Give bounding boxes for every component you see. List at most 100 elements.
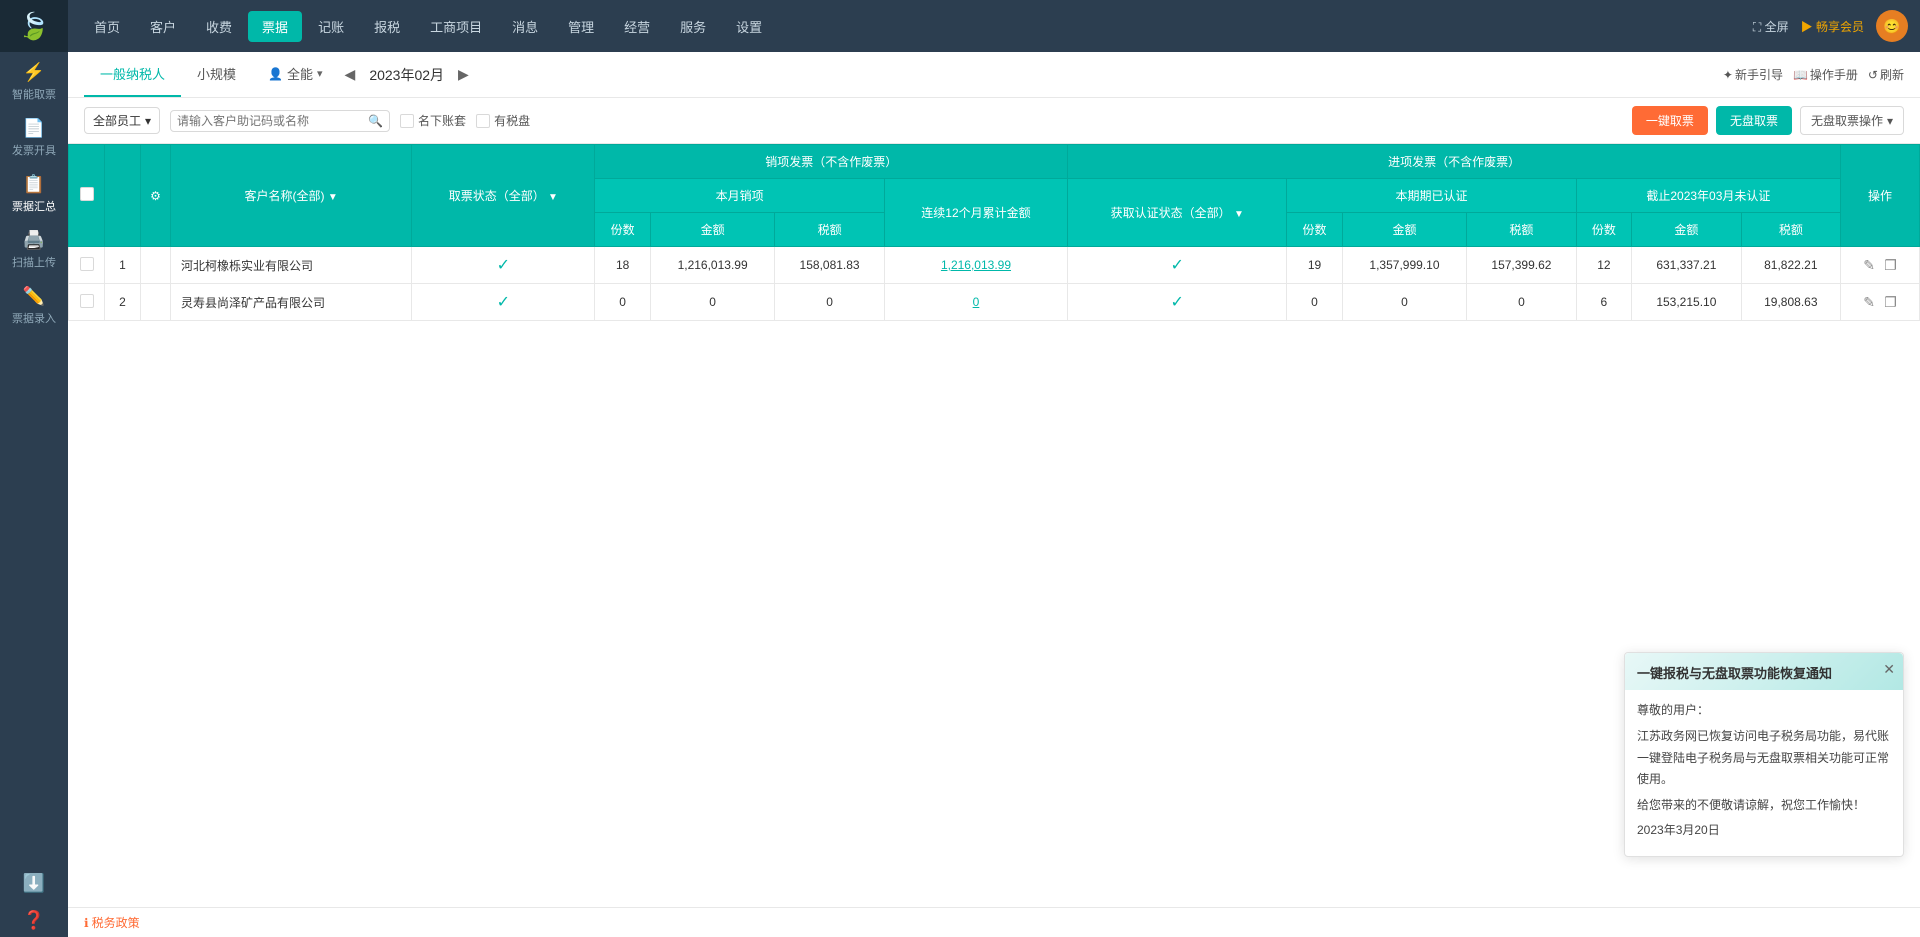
notice-line: 江苏政务网已恢复访问电子税务局功能，易代账一键登陆电子税务局与无盘取票相关功能可… — [1637, 726, 1891, 791]
col-not-certified-group: 截止2023年03月未认证 — [1576, 179, 1840, 213]
notice-title: 一键报税与无盘取票功能恢复通知 — [1637, 663, 1891, 682]
member-btn[interactable]: ▶ 畅享会员 — [1801, 18, 1864, 35]
sidebar-item-help[interactable]: ❓ — [0, 900, 68, 937]
nav-account[interactable]: 记账 — [304, 11, 358, 42]
col-sales-amount: 金额 — [650, 213, 774, 247]
edit-icon[interactable]: ✎ — [1863, 294, 1875, 310]
copy-icon[interactable]: ❐ — [1884, 294, 1897, 310]
row-settings — [141, 284, 171, 321]
sidebar-item-download[interactable]: ⬇️ — [0, 863, 68, 900]
current-date: 2023年02月 — [369, 65, 444, 85]
user-avatar[interactable]: 😊 — [1876, 10, 1908, 42]
row-cert-status: ✓ — [1068, 247, 1287, 284]
row-action: ✎ ❐ — [1841, 247, 1920, 284]
checkbox-taxdisk[interactable]: 有税盘 — [476, 112, 530, 129]
prev-month-btn[interactable]: ◀ — [339, 66, 362, 83]
row-uncert-count: 6 — [1576, 284, 1631, 321]
sidebar-item-summary[interactable]: 📋 票据汇总 — [0, 164, 68, 220]
tax-policy-link[interactable]: ℹ 税务政策 — [84, 914, 140, 931]
col-customer-name: 客户名称(全部) ▼ — [171, 145, 412, 247]
row-cert-status: ✓ — [1068, 284, 1287, 321]
smart-fetch-icon: ⚡ — [23, 62, 45, 83]
nav-ticket[interactable]: 票据 — [248, 11, 302, 42]
help-icon: ❓ — [23, 910, 45, 931]
sidebar-item-smart-fetch[interactable]: ⚡ 智能取票 — [0, 52, 68, 108]
input-icon: ✏️ — [23, 286, 45, 307]
col-monthly-group: 本月销项 — [595, 179, 884, 213]
sidebar-item-label: 票据汇总 — [12, 198, 56, 214]
tab-actions: ✦ 新手引导 📖 操作手册 ↺ 刷新 — [1723, 66, 1904, 83]
nav-customer[interactable]: 客户 — [136, 11, 190, 42]
header-checkbox[interactable] — [80, 187, 94, 201]
notice-line: 2023年3月20日 — [1637, 820, 1891, 842]
nav-setting[interactable]: 设置 — [722, 11, 776, 42]
col-cum-amount: 连续12个月累计金额 — [884, 179, 1067, 247]
tab-small[interactable]: 小规模 — [181, 52, 252, 97]
tab-all[interactable]: 👤 全能 ▾ — [252, 52, 339, 97]
nav-tax[interactable]: 报税 — [360, 11, 414, 42]
cert-status-icon: ✓ — [1171, 294, 1184, 311]
checkbox-account-box[interactable] — [400, 114, 414, 128]
nav-service[interactable]: 服务 — [666, 11, 720, 42]
fetch-status-icon: ✓ — [497, 257, 510, 274]
employee-select[interactable]: 全部员工 ▾ — [84, 107, 160, 134]
search-icon[interactable]: 🔍 — [368, 114, 383, 128]
nav-manage[interactable]: 管理 — [554, 11, 608, 42]
cum-amount-link[interactable]: 1,216,013.99 — [941, 258, 1011, 272]
row-cert-amount: 0 — [1342, 284, 1466, 321]
fullscreen-btn[interactable]: ⛶ 全屏 — [1753, 18, 1789, 35]
cert-status-filter-icon[interactable]: ▼ — [1234, 209, 1244, 220]
row-cert-amount: 1,357,999.10 — [1342, 247, 1466, 284]
row-uncert-tax: 19,808.63 — [1741, 284, 1840, 321]
sidebar-item-input[interactable]: ✏️ 票据录入 — [0, 276, 68, 332]
row-cert-count: 0 — [1287, 284, 1342, 321]
sidebar-item-issue[interactable]: 📄 发票开具 — [0, 108, 68, 164]
refresh-btn[interactable]: ↺ 刷新 — [1868, 66, 1904, 83]
search-input[interactable] — [177, 114, 368, 128]
row-cert-tax: 0 — [1467, 284, 1576, 321]
row-checkbox[interactable] — [80, 294, 94, 308]
row-checkbox[interactable] — [80, 257, 94, 271]
edit-icon[interactable]: ✎ — [1863, 257, 1875, 273]
checkbox-taxdisk-box[interactable] — [476, 114, 490, 128]
nav-home[interactable]: 首页 — [80, 11, 134, 42]
copy-icon[interactable]: ❐ — [1884, 257, 1897, 273]
new-guide-btn[interactable]: ✦ 新手引导 — [1723, 66, 1783, 83]
one-click-fetch-btn[interactable]: 一键取票 — [1632, 106, 1708, 135]
col-sales-count: 份数 — [595, 213, 650, 247]
employee-select-dropdown-icon: ▾ — [145, 114, 151, 128]
dropdown-arrow-icon: ▾ — [1887, 114, 1893, 128]
manual-btn[interactable]: 📖 操作手册 — [1793, 66, 1858, 83]
nav-operation[interactable]: 经营 — [610, 11, 664, 42]
diskless-fetch-btn[interactable]: 无盘取票 — [1716, 106, 1792, 135]
notice-body: 尊敬的用户：江苏政务网已恢复访问电子税务局功能，易代账一键登陆电子税务局与无盘取… — [1625, 690, 1903, 856]
col-certified-group: 本期期已认证 — [1287, 179, 1576, 213]
sidebar: 🍃 ⚡ 智能取票 📄 发票开具 📋 票据汇总 🖨️ 扫描上传 ✏️ 票据录入 ⬇… — [0, 0, 68, 937]
row-cum-amount: 1,216,013.99 — [884, 247, 1067, 284]
fetch-status-filter-icon[interactable]: ▼ — [548, 192, 558, 203]
notice-close-btn[interactable]: ✕ — [1883, 661, 1895, 678]
logo[interactable]: 🍃 — [0, 0, 68, 52]
nav-message[interactable]: 消息 — [498, 11, 552, 42]
next-month-btn[interactable]: ▶ — [452, 66, 475, 83]
row-sales-amount: 1,216,013.99 — [650, 247, 774, 284]
col-purchase-group: 进项发票（不含作废票） — [1068, 145, 1841, 179]
col-uncert-amount: 金额 — [1632, 213, 1741, 247]
checkbox-account[interactable]: 名下账套 — [400, 112, 466, 129]
download-icon: ⬇️ — [23, 873, 45, 894]
cum-amount-link[interactable]: 0 — [973, 295, 980, 309]
diskless-ops-btn[interactable]: 无盘取票操作 ▾ — [1800, 106, 1904, 135]
tab-general[interactable]: 一般纳税人 — [84, 52, 181, 97]
col-cert-amount: 金额 — [1342, 213, 1466, 247]
row-cert-tax: 157,399.62 — [1467, 247, 1576, 284]
table-row: 2 灵寿县尚泽矿产品有限公司 ✓ 0 0 0 0 ✓ 0 0 0 6 153,2… — [69, 284, 1920, 321]
nav-invoice[interactable]: 收费 — [192, 11, 246, 42]
table-row: 1 河北柯橡栎实业有限公司 ✓ 18 1,216,013.99 158,081.… — [69, 247, 1920, 284]
notice-popup: 一键报税与无盘取票功能恢复通知 ✕ 尊敬的用户：江苏政务网已恢复访问电子税务局功… — [1624, 652, 1904, 857]
sidebar-item-scan[interactable]: 🖨️ 扫描上传 — [0, 220, 68, 276]
filter-icon[interactable]: ▼ — [328, 192, 338, 203]
nav-business[interactable]: 工商项目 — [416, 11, 496, 42]
employee-select-label: 全部员工 — [93, 112, 141, 129]
col-no — [105, 145, 141, 247]
row-fetch-status: ✓ — [412, 247, 595, 284]
